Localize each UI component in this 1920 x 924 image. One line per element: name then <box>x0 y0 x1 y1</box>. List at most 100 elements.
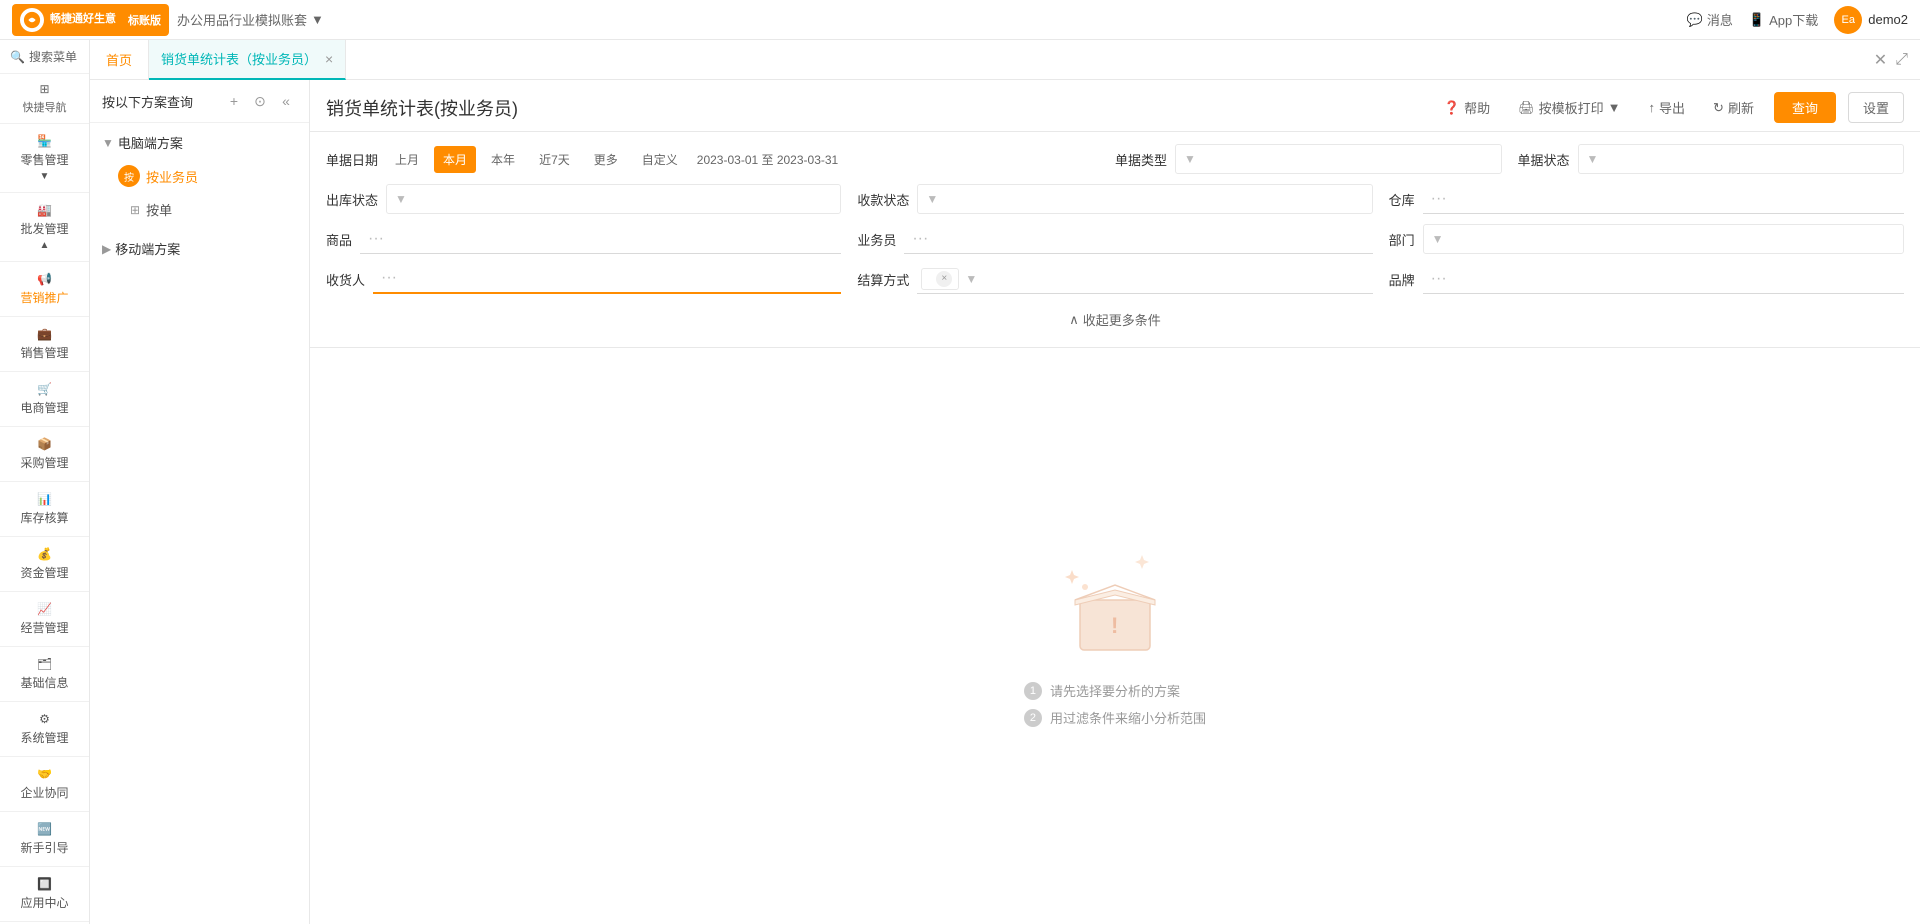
department-arrow: ▼ <box>1432 232 1444 246</box>
tab-bar: 首页 销货单统计表（按业务员） × ✕ ⤢ <box>90 40 1920 80</box>
scheme-group-mobile-header[interactable]: ▶ 移动端方案 <box>90 233 309 264</box>
filter-brand-input[interactable]: ··· <box>1423 264 1904 294</box>
logo-sub: 标账版 <box>128 12 161 28</box>
filter-salesperson-input[interactable]: ··· <box>904 224 1372 254</box>
filter-row-1: 单据日期 上月 本月 本年 近7天 更多 自定义 2023-03-01 至 20… <box>326 144 1904 174</box>
print-icon: 🖨 <box>1518 100 1535 116</box>
sidebar-item-quicknav[interactable]: ⊞ 快捷导航 <box>0 74 89 124</box>
filter-row-2: 出库状态 ▼ 收款状态 <box>326 184 1904 214</box>
goods-dots[interactable]: ··· <box>368 230 384 248</box>
filter-department-inner[interactable]: ▼ <box>1423 224 1904 254</box>
page-header: 销货单统计表(按业务员) ❓ 帮助 🖨 按模板打印 ▼ ↑ <box>310 80 1920 132</box>
sidebar-item-sales[interactable]: 💼 销售管理 <box>0 317 89 372</box>
tip-num-2: 2 <box>1024 709 1042 727</box>
breadcrumb-arrow[interactable]: ▼ <box>311 12 324 27</box>
tab-home[interactable]: 首页 <box>90 40 149 80</box>
scheme-group-desktop-header[interactable]: ▼ 电脑端方案 <box>90 127 309 158</box>
stock-status-arrow: ▼ <box>395 192 407 206</box>
settlement-tag-close[interactable]: × <box>936 271 952 287</box>
sidebar-item-finance[interactable]: 💰 资金管理 <box>0 537 89 592</box>
sidebar-item-apps[interactable]: 🔲 应用中心 <box>0 867 89 922</box>
wholesale-expand-icon: ▲ <box>40 240 50 251</box>
brand-dots[interactable]: ··· <box>1431 270 1447 288</box>
sidebar-item-guide[interactable]: 🆕 新手引导 <box>0 812 89 867</box>
filter-doc-status-inner[interactable]: ▼ <box>1578 144 1904 174</box>
scheme-add-btn[interactable]: + <box>223 90 245 112</box>
user-name: demo2 <box>1868 12 1908 27</box>
tab-home-label: 首页 <box>106 50 132 69</box>
filter-goods-input[interactable]: ··· <box>360 224 841 254</box>
filter-area: 单据日期 上月 本月 本年 近7天 更多 自定义 2023-03-01 至 20… <box>310 132 1920 348</box>
filter-settlement-input[interactable]: × ▼ <box>917 264 1372 294</box>
filter-doc-type-select[interactable]: ▼ <box>1175 144 1501 174</box>
sidebar-item-retail[interactable]: 🏪 零售管理 ▼ <box>0 124 89 193</box>
filter-recipient-input[interactable]: ··· <box>373 264 841 294</box>
filter-warehouse-input[interactable]: ··· <box>1423 184 1904 214</box>
refresh-btn[interactable]: ↻ 刷新 <box>1705 94 1762 121</box>
tab-bar-actions: ✕ ⤢ <box>1874 50 1920 70</box>
filter-payment-status-label: 收款状态 <box>857 190 909 209</box>
tab-restore-btn[interactable]: ✕ <box>1874 50 1887 70</box>
filter-recipient-label: 收货人 <box>326 270 365 289</box>
sidebar-item-marketing[interactable]: 📢 营销推广 <box>0 262 89 317</box>
print-btn[interactable]: 🖨 按模板打印 ▼ <box>1510 94 1628 121</box>
page-title: 销货单统计表(按业务员) <box>326 95 518 121</box>
message-btn[interactable]: 💬 消息 <box>1687 10 1733 29</box>
date-btn-custom[interactable]: 自定义 <box>633 146 687 173</box>
warehouse-dots[interactable]: ··· <box>1431 190 1447 208</box>
filter-recipient: 收货人 ··· <box>326 264 841 294</box>
filter-row-4: 收货人 ··· 结算方式 × <box>326 264 1904 294</box>
recipient-dots[interactable]: ··· <box>381 269 397 287</box>
guide-icon: 🆕 <box>37 822 52 836</box>
query-btn[interactable]: 查询 <box>1774 92 1836 123</box>
help-btn[interactable]: ❓ 帮助 <box>1436 94 1498 121</box>
sidebar-item-enterprise[interactable]: 🤝 企业协同 <box>0 757 89 812</box>
collapse-label: 收起更多条件 <box>1083 310 1161 329</box>
filter-doc-status-select[interactable]: ▼ <box>1578 144 1904 174</box>
empty-tips: 1 请先选择要分析的方案 2 用过滤条件来缩小分析范围 <box>1024 681 1206 727</box>
tab-maximize-btn[interactable]: ⤢ <box>1895 51 1908 69</box>
scheme-settings-btn[interactable]: ⊙ <box>249 90 271 112</box>
filter-stock-status-inner[interactable]: ▼ <box>386 184 841 214</box>
scheme-header-title: 按以下方案查询 <box>102 92 193 111</box>
scheme-collapse-btn[interactable]: « <box>275 90 297 112</box>
ecommerce-label: 电商管理 <box>20 399 68 416</box>
system-label: 系统管理 <box>20 729 68 746</box>
inventory-icon: 📊 <box>37 492 52 506</box>
collapse-filters-btn[interactable]: ∧ 收起更多条件 <box>326 304 1904 335</box>
tab-active[interactable]: 销货单统计表（按业务员） × <box>149 40 346 80</box>
enterprise-icon: 🤝 <box>37 767 52 781</box>
filter-payment-status-select[interactable]: ▼ <box>917 184 1372 214</box>
sidebar-item-ecommerce[interactable]: 🛒 电商管理 <box>0 372 89 427</box>
sidebar-item-system[interactable]: ⚙ 系统管理 <box>0 702 89 757</box>
sidebar-item-basic[interactable]: 🗂 基础信息 <box>0 647 89 702</box>
export-btn[interactable]: ↑ 导出 <box>1641 94 1694 121</box>
filter-stock-status-select[interactable]: ▼ <box>386 184 841 214</box>
date-btn-more[interactable]: 更多 <box>585 146 627 173</box>
empty-state: ! 1 请先选择要分 <box>1024 545 1206 727</box>
sidebar-item-wholesale[interactable]: 🏭 批发管理 ▲ <box>0 193 89 262</box>
date-btn-year[interactable]: 本年 <box>482 146 524 173</box>
scheme-item-by-salesperson[interactable]: 按 按业务员 <box>90 158 309 194</box>
app-download-btn[interactable]: 📱 App下载 <box>1749 10 1818 29</box>
date-btn-prev-month[interactable]: 上月 <box>386 146 428 173</box>
filter-stock-status-label: 出库状态 <box>326 190 378 209</box>
settings-btn[interactable]: 设置 <box>1848 92 1904 123</box>
finance-label: 资金管理 <box>20 564 68 581</box>
logo-area[interactable]: 畅捷通好生意 标账版 <box>12 4 169 36</box>
date-btn-current-month[interactable]: 本月 <box>434 146 476 173</box>
filter-department-select[interactable]: ▼ <box>1423 224 1904 254</box>
finance-icon: 💰 <box>37 547 52 561</box>
sidebar-item-inventory[interactable]: 📊 库存核算 <box>0 482 89 537</box>
tab-close-btn[interactable]: × <box>325 51 333 67</box>
sidebar-item-operation[interactable]: 📈 经营管理 <box>0 592 89 647</box>
filter-doc-type-inner[interactable]: ▼ <box>1175 144 1501 174</box>
sidebar-item-purchase[interactable]: 📦 采购管理 <box>0 427 89 482</box>
scheme-item-by-doc[interactable]: ⊞ 按单 <box>90 194 309 225</box>
salesperson-dots[interactable]: ··· <box>912 230 928 248</box>
user-area[interactable]: Ea demo2 <box>1834 6 1908 34</box>
sidebar-search[interactable]: 🔍 搜索菜单 <box>0 40 89 74</box>
date-btn-7days[interactable]: 近7天 <box>530 146 579 173</box>
filter-department: 部门 ▼ <box>1389 224 1904 254</box>
filter-payment-status-inner[interactable]: ▼ <box>917 184 1372 214</box>
